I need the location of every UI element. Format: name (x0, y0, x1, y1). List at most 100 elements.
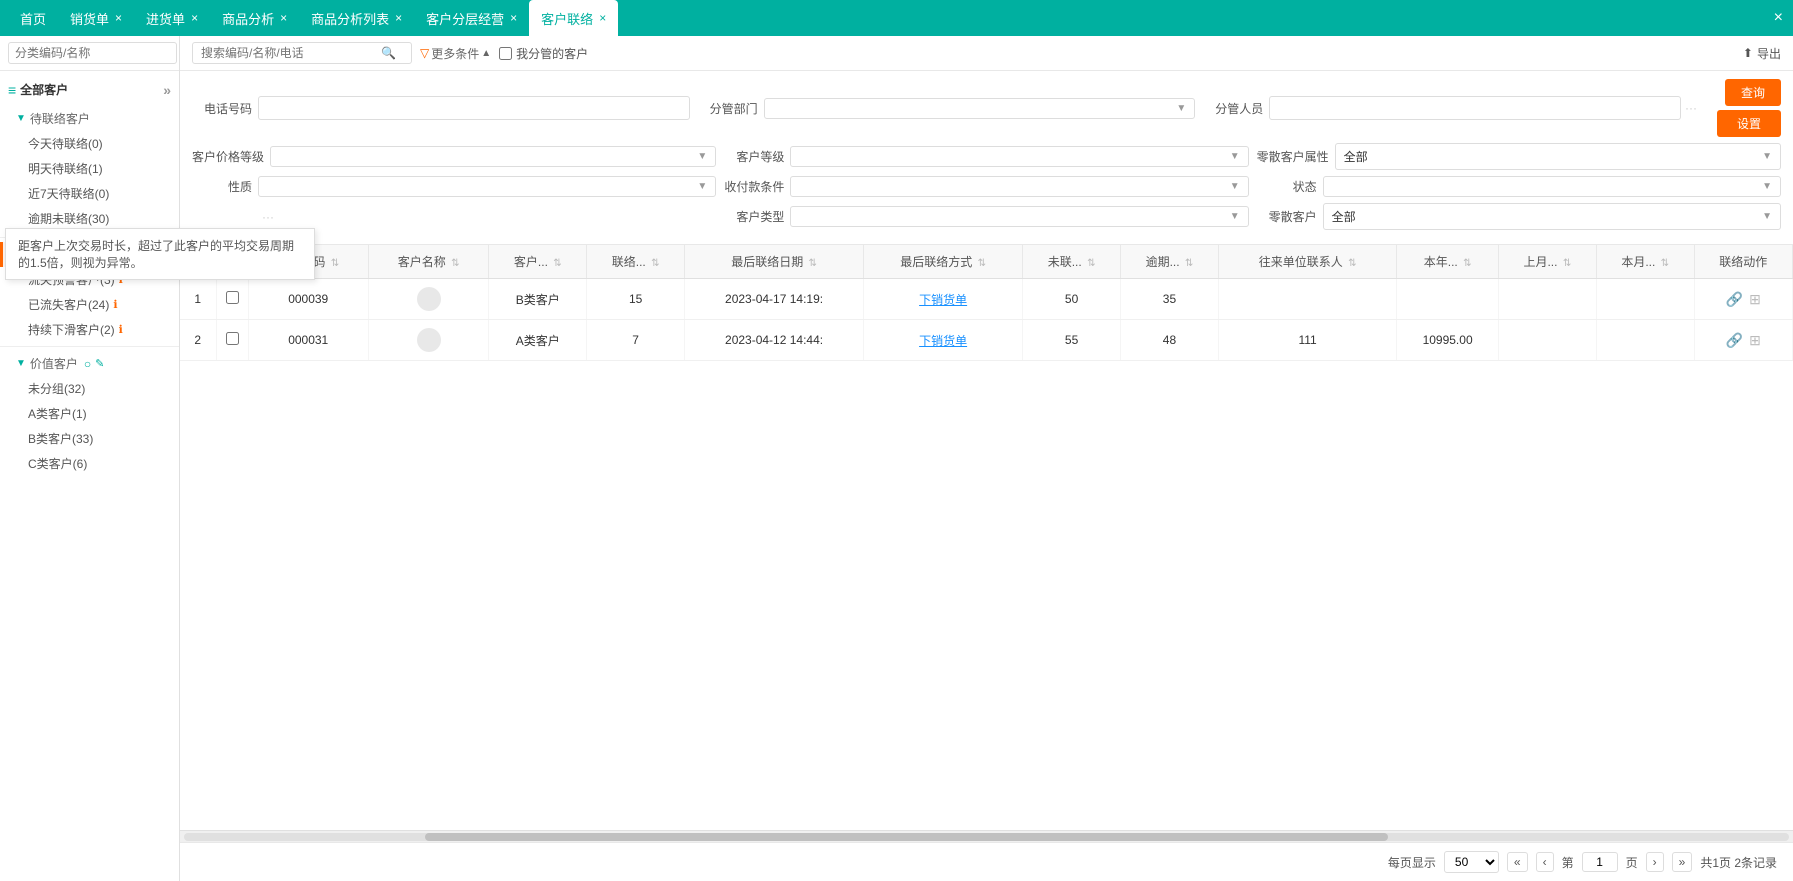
tab-customer-segment[interactable]: 客户分层经营 × (414, 0, 529, 36)
tab-close-segment[interactable]: × (510, 11, 517, 25)
manager-input[interactable] (1269, 96, 1681, 120)
row1-link-icon[interactable]: 🔗 (1726, 291, 1743, 308)
customer-type-label: 客户类型 (724, 208, 784, 225)
tree-item-7days-contact[interactable]: 近7天待联络(0) (0, 181, 179, 206)
customer-table: ⚙ 客户编码 ⇅ 客户名称 ⇅ 客户... ⇅ (180, 245, 1793, 361)
settings-button[interactable]: 设置 (1717, 110, 1781, 137)
next-page-btn[interactable]: › (1646, 852, 1664, 872)
tab-close-contact[interactable]: × (599, 11, 606, 25)
sort-icon-code: ⇅ (331, 258, 339, 269)
row1-last-method[interactable]: 下销货单 (864, 279, 1023, 320)
search-input[interactable] (201, 46, 381, 60)
tree-item-class-c[interactable]: C类客户(6) (0, 451, 179, 476)
horizontal-scrollbar[interactable] (180, 830, 1793, 842)
row1-method-link[interactable]: 下销货单 (919, 293, 967, 307)
tree-item-class-a[interactable]: A类客户(1) (0, 401, 179, 426)
col-last-method[interactable]: 最后联络方式 ⇅ (864, 245, 1023, 279)
last-page-btn[interactable]: » (1672, 852, 1693, 872)
row2-select[interactable] (226, 332, 239, 345)
scatter-customer-arrow: ▼ (1762, 211, 1772, 222)
payment-select[interactable]: ▼ (790, 176, 1248, 197)
tab-close-purchase[interactable]: × (191, 11, 198, 25)
tab-product-analysis[interactable]: 商品分析 × (210, 0, 299, 36)
row1-contact: 15 (587, 279, 685, 320)
col-contact-person[interactable]: 往来单位联系人 ⇅ (1218, 245, 1396, 279)
row1-grid-icon[interactable]: ⊞ (1749, 291, 1761, 308)
dept-select[interactable]: ▼ (764, 98, 1196, 119)
value-customer-edit-icon[interactable]: ○ (84, 357, 91, 371)
customer-type-select[interactable]: ▼ (790, 206, 1248, 227)
value-customer-settings-icon[interactable]: ✎ (95, 357, 104, 370)
filter-row-2: 客户价格等级 ▼ 客户等级 ▼ 零散客户属性 全部 (192, 143, 1781, 170)
scatter-attr-select[interactable]: 全部 ▼ (1335, 143, 1781, 170)
my-customer-check[interactable] (499, 47, 512, 60)
tree-item-tomorrow-contact[interactable]: 明天待联络(1) (0, 156, 179, 181)
info-icon-churned: ℹ (113, 298, 117, 311)
tab-close-product-analysis[interactable]: × (280, 11, 287, 25)
col-contact[interactable]: 联络... ⇅ (587, 245, 685, 279)
col-name[interactable]: 客户名称 ⇅ (368, 245, 488, 279)
category-search-input[interactable] (8, 42, 177, 64)
filter-bar: 🔍 ▽ 更多条件 ▲ 我分管的客户 ⬆ 导出 (180, 36, 1793, 71)
row2-last-method[interactable]: 下销货单 (864, 320, 1023, 361)
status-select[interactable]: ▼ (1323, 176, 1781, 197)
manager-dots[interactable]: ··· (1685, 101, 1697, 115)
row2-link-icon[interactable]: 🔗 (1726, 332, 1743, 349)
nature-select[interactable]: ▼ (258, 176, 716, 197)
filter-row-3: 性质 ▼ 收付款条件 ▼ 状态 (192, 176, 1781, 197)
filter-more-dots[interactable]: ··· (262, 210, 274, 224)
sidebar-search-area: 🔍 (0, 36, 179, 71)
tab-customer-contact[interactable]: 客户联络 × (529, 0, 618, 36)
phone-input[interactable] (258, 96, 690, 120)
value-customer-title[interactable]: ▼ 价值客户 ○ ✎ (0, 351, 179, 376)
first-page-btn[interactable]: « (1507, 852, 1528, 872)
per-page-select[interactable]: 50 100 200 (1444, 851, 1499, 873)
filter-search-icon[interactable]: 🔍 (381, 46, 396, 60)
sort-icon-lastdate: ⇅ (809, 258, 817, 269)
scatter-customer-select[interactable]: 全部 ▼ (1323, 203, 1781, 230)
price-grade-select[interactable]: ▼ (270, 146, 716, 167)
status-field: 状态 ▼ (1257, 176, 1781, 197)
col-last-date[interactable]: 最后联络日期 ⇅ (685, 245, 864, 279)
tree-item-class-b[interactable]: B类客户(33) (0, 426, 179, 451)
status-arrow: ▼ (1762, 181, 1772, 192)
scroll-thumb[interactable] (425, 833, 1388, 841)
tab-close-product-list[interactable]: × (395, 11, 402, 25)
row2-grid-icon[interactable]: ⊞ (1749, 332, 1761, 349)
scatter-attr-arrow: ▼ (1762, 151, 1772, 162)
tree-item-ungroup[interactable]: 未分组(32) (0, 376, 179, 401)
tab-product-analysis-list[interactable]: 商品分析列表 × (299, 0, 414, 36)
sidebar-collapse-btn[interactable]: » (163, 82, 171, 98)
export-button[interactable]: ⬆ 导出 (1743, 45, 1781, 62)
tab-close-sales-order[interactable]: × (115, 11, 122, 25)
info-icon-declining: ℹ (119, 323, 123, 336)
col-this-month[interactable]: 本月... ⇅ (1596, 245, 1694, 279)
tab-home[interactable]: 首页 (8, 0, 58, 36)
prev-page-btn[interactable]: ‹ (1536, 852, 1554, 872)
tree-item-declining[interactable]: 持续下滑客户(2) ℹ (0, 317, 179, 342)
query-button[interactable]: 查询 (1725, 79, 1781, 106)
customer-type-field: 客户类型 ▼ (724, 206, 1248, 227)
tree-item-today-contact[interactable]: 今天待联络(0) (0, 131, 179, 156)
row2-method-link[interactable]: 下销货单 (919, 334, 967, 348)
page-suffix: 页 (1626, 854, 1638, 871)
col-type[interactable]: 客户... ⇅ (489, 245, 587, 279)
customer-grade-select[interactable]: ▼ (790, 146, 1248, 167)
current-page-input[interactable] (1582, 852, 1618, 872)
sort-icon-year: ⇅ (1463, 258, 1471, 269)
sort-icon-overdue: ⇅ (1185, 258, 1193, 269)
my-customer-checkbox[interactable]: 我分管的客户 (499, 45, 588, 62)
tab-purchase-order[interactable]: 进货单 × (134, 0, 210, 36)
row2-this-month (1596, 320, 1694, 361)
window-close-button[interactable]: × (1774, 9, 1783, 27)
row2-code: 000031 (248, 320, 368, 361)
col-no-contact[interactable]: 未联... ⇅ (1023, 245, 1121, 279)
pending-contact-title[interactable]: ▼ 待联络客户 (0, 106, 179, 131)
row1-select[interactable] (226, 291, 239, 304)
col-last-month[interactable]: 上月... ⇅ (1498, 245, 1596, 279)
tree-item-churned[interactable]: 已流失客户(24) ℹ (0, 292, 179, 317)
tab-sales-order[interactable]: 销货单 × (58, 0, 134, 36)
col-overdue[interactable]: 逾期... ⇅ (1121, 245, 1219, 279)
col-year-amount[interactable]: 本年... ⇅ (1397, 245, 1499, 279)
more-conditions-toggle[interactable]: ▽ 更多条件 ▲ (420, 45, 491, 62)
